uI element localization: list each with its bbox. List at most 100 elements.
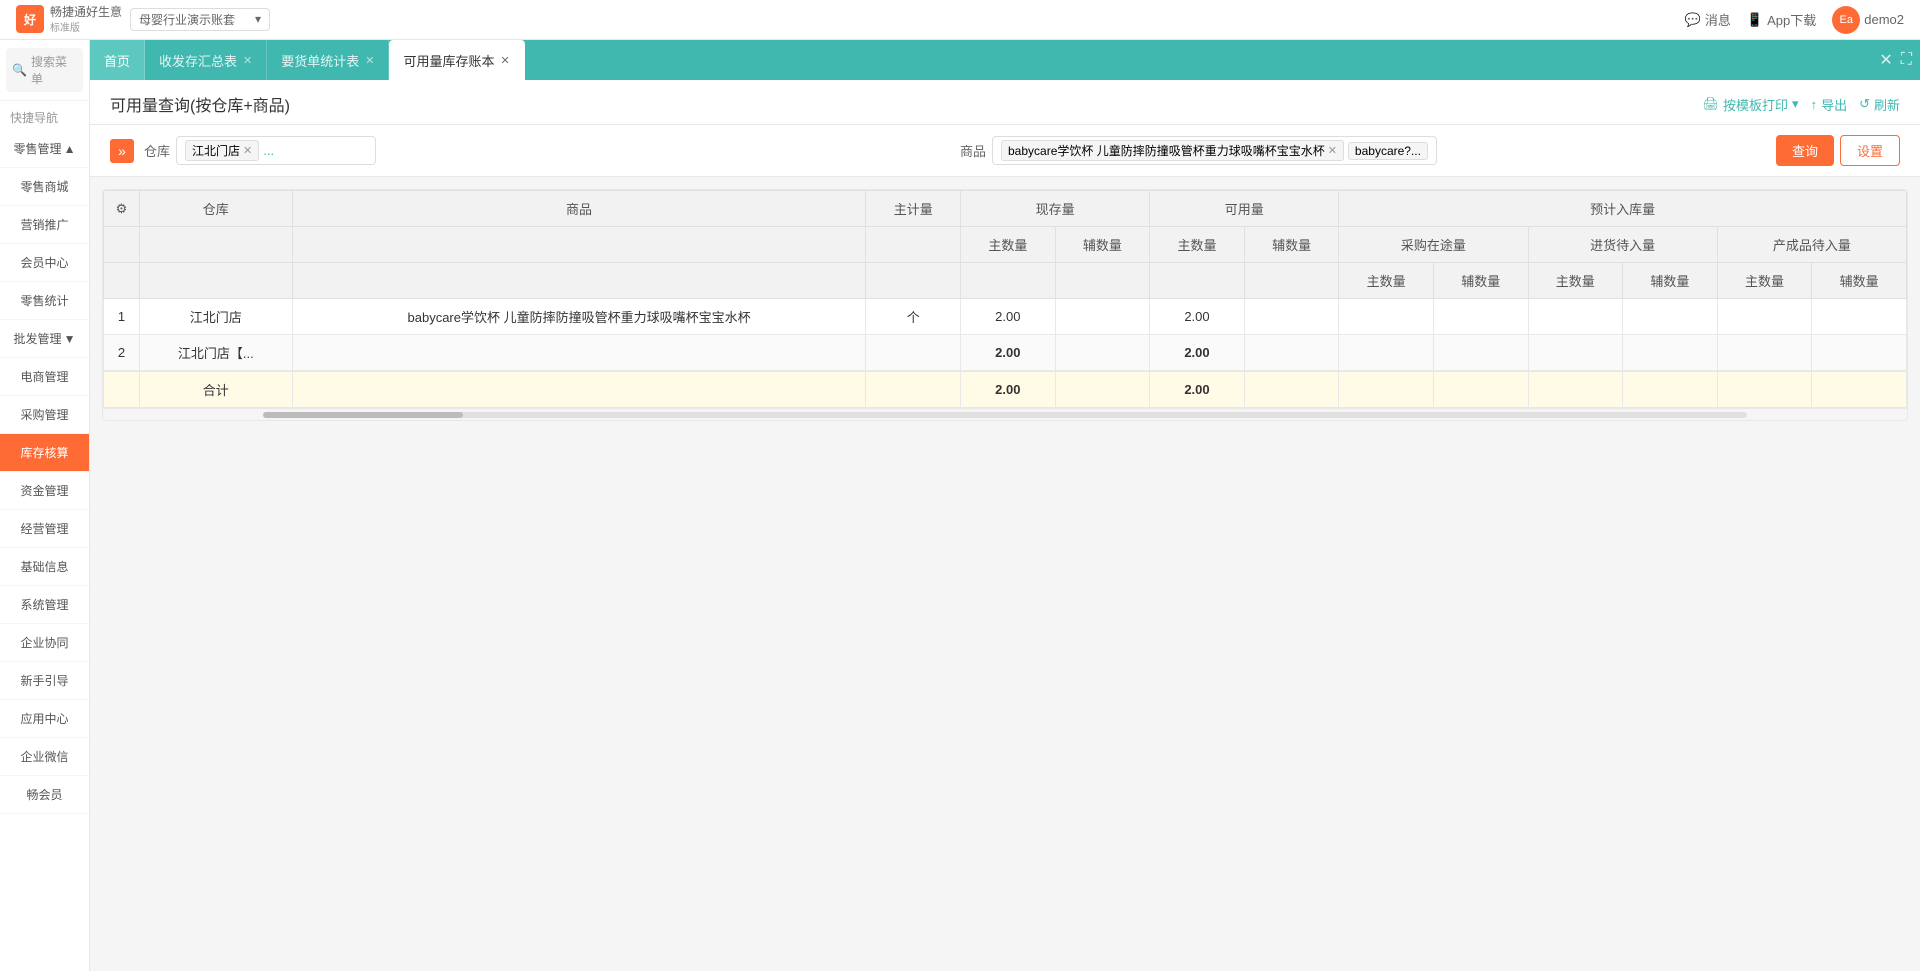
top-bar-left: 好 畅捷通好生意 标准版 母婴行业演示账套 ▾ xyxy=(16,5,270,34)
chevron-down-icon: ▾ xyxy=(255,12,261,26)
sidebar-item-vip[interactable]: 畅会员 xyxy=(0,776,89,814)
refresh-btn[interactable]: ↺ 刷新 xyxy=(1859,95,1900,114)
search-menu-btn[interactable]: 🔍 搜索菜单 xyxy=(6,48,83,92)
chevron-icon: ▲ xyxy=(64,142,76,156)
sidebar-item-operations[interactable]: 经营管理 xyxy=(0,510,89,548)
search-icon: 🔍 xyxy=(12,63,27,77)
export-label: 导出 xyxy=(1821,95,1847,114)
footer-purchase-transit-aux xyxy=(1433,371,1528,408)
col-available-aux-sub xyxy=(1244,263,1339,299)
download-btn[interactable]: 📱 App下载 xyxy=(1747,10,1816,29)
tab-summary[interactable]: 收发存汇总表 ✕ xyxy=(145,40,267,80)
print-chevron-icon: ▾ xyxy=(1792,96,1799,112)
page-header-actions: 🖨 按模板打印 ▾ ↑ 导出 ↺ 刷新 xyxy=(1703,95,1901,114)
print-label: 按模板打印 xyxy=(1723,95,1788,114)
refresh-icon: ↺ xyxy=(1859,96,1870,112)
footer-available-main: 2.00 xyxy=(1150,371,1245,408)
expand-tabs-icon[interactable]: ⛶ xyxy=(1901,51,1912,69)
new-guide-label: 新手引导 xyxy=(20,674,68,688)
sidebar-item-finance[interactable]: 资金管理 xyxy=(0,472,89,510)
message-btn[interactable]: 💬 消息 xyxy=(1685,10,1731,29)
close-all-tabs-icon[interactable]: ✕ xyxy=(1879,50,1892,70)
row2-stock-main: 2.00 xyxy=(961,335,1056,372)
product-filter-input[interactable]: babycare学饮杯 儿童防摔防撞吸管杯重力球吸嘴杯宝宝水杯 ✕ babyca… xyxy=(992,136,1437,165)
col-incoming-aux-header: 辅数量 xyxy=(1623,263,1718,299)
summary-tab-label: 收发存汇总表 xyxy=(159,51,237,70)
vip-label: 畅会员 xyxy=(26,788,62,802)
home-tab-label: 首页 xyxy=(104,51,130,70)
warehouse-filter-dots[interactable]: ... xyxy=(263,143,274,158)
logo-area: 好 畅捷通好生意 标准版 xyxy=(16,5,122,34)
col-warehouse-sub xyxy=(140,227,293,263)
close-summary-tab-icon[interactable]: ✕ xyxy=(243,54,252,67)
row1-warehouse: 江北门店 xyxy=(140,299,293,335)
avatar: Ea xyxy=(1832,6,1860,34)
tab-order-stats[interactable]: 要货单统计表 ✕ xyxy=(267,40,389,80)
row2-purchase-transit-main xyxy=(1339,335,1434,372)
sidebar-item-purchase-mgmt[interactable]: 采购管理 xyxy=(0,396,89,434)
app-center-label: 应用中心 xyxy=(20,712,68,726)
sidebar-item-enterprise-wechat[interactable]: 企业微信 xyxy=(0,738,89,776)
warehouse-tag-close-icon[interactable]: ✕ xyxy=(243,144,252,157)
row1-available-main: 2.00 xyxy=(1150,299,1245,335)
col-production-header: 产成品待入量 xyxy=(1717,227,1906,263)
horizontal-scrollbar[interactable] xyxy=(103,408,1907,420)
footer-empty xyxy=(104,371,140,408)
table-scroll-area[interactable]: ⚙ 仓库 商品 主计量 现存量 可用量 预计入库量 xyxy=(103,190,1907,408)
sidebar-item-app-center[interactable]: 应用中心 xyxy=(0,700,89,738)
sidebar-item-ecommerce[interactable]: 电商管理 xyxy=(0,358,89,396)
row2-production-main xyxy=(1717,335,1812,372)
col-settings-header[interactable]: ⚙ xyxy=(104,191,140,227)
sidebar-item-members[interactable]: 会员中心 xyxy=(0,244,89,282)
template-selector[interactable]: 母婴行业演示账套 ▾ xyxy=(130,8,270,31)
tab-home[interactable]: 首页 xyxy=(90,40,145,80)
col-unit-sub2 xyxy=(866,263,961,299)
footer-production-main xyxy=(1717,371,1812,408)
footer-purchase-transit-main xyxy=(1339,371,1434,408)
row2-warehouse: 江北门店【... xyxy=(140,335,293,372)
enterprise-wechat-label: 企业微信 xyxy=(20,750,68,764)
sidebar-item-retail-mgmt[interactable]: 零售管理 ▲ xyxy=(0,130,89,168)
search-menu-label: 搜索菜单 xyxy=(31,53,77,87)
query-btn[interactable]: 查询 xyxy=(1776,135,1834,166)
sidebar-item-inventory[interactable]: 库存核算 xyxy=(0,434,89,472)
row2-product xyxy=(292,335,866,372)
sidebar-item-retail-stats[interactable]: 零售统计 xyxy=(0,282,89,320)
user-btn[interactable]: Ea demo2 xyxy=(1832,6,1904,34)
footer-stock-aux xyxy=(1055,371,1150,408)
print-template-btn[interactable]: 🖨 按模板打印 ▾ xyxy=(1703,95,1799,114)
filter-bar: » 仓库 江北门店 ✕ ... 商品 xyxy=(90,125,1920,177)
product-tag-1: babycare学饮杯 儿童防摔防撞吸管杯重力球吸嘴杯宝宝水杯 ✕ xyxy=(1001,140,1344,161)
col-purchase-transit-aux-header: 辅数量 xyxy=(1433,263,1528,299)
sidebar-item-marketing[interactable]: 营销推广 xyxy=(0,206,89,244)
sidebar-item-enterprise[interactable]: 企业协同 xyxy=(0,624,89,662)
sidebar-item-wholesale-mgmt[interactable]: 批发管理 ▼ xyxy=(0,320,89,358)
warehouse-filter-input[interactable]: 江北门店 ✕ ... xyxy=(176,136,376,165)
tab-available-inventory[interactable]: 可用量库存账本 ✕ xyxy=(389,40,524,80)
logo-text-block: 畅捷通好生意 标准版 xyxy=(50,5,122,34)
logo-sub: 标准版 xyxy=(50,19,122,34)
retail-stats-label: 零售统计 xyxy=(20,294,68,308)
col-forecast-group-header: 预计入库量 xyxy=(1339,191,1907,227)
main-layout: 🔍 搜索菜单 快捷导航 零售管理 ▲ 零售商城 营销推广 会员中心 零售统计 批… xyxy=(0,40,1920,971)
row2-purchase-transit-aux xyxy=(1433,335,1528,372)
scrollbar-thumb[interactable] xyxy=(263,412,463,418)
product-tag-1-close-icon[interactable]: ✕ xyxy=(1328,144,1337,157)
sidebar-item-retail-mall[interactable]: 零售商城 xyxy=(0,168,89,206)
sidebar-search-area: 🔍 搜索菜单 xyxy=(0,40,89,101)
export-btn[interactable]: ↑ 导出 xyxy=(1811,95,1848,114)
col-available-main-header: 主数量 xyxy=(1150,227,1245,263)
download-label: App下载 xyxy=(1767,10,1816,29)
retail-mgmt-label: 零售管理 xyxy=(14,140,62,157)
row1-purchase-transit-main xyxy=(1339,299,1434,335)
col-purchase-transit-main-header: 主数量 xyxy=(1339,263,1434,299)
setting-btn[interactable]: 设置 xyxy=(1840,135,1900,166)
logo-icon: 好 xyxy=(16,5,44,33)
filter-expand-btn[interactable]: » xyxy=(110,139,134,163)
sidebar-item-system-mgmt[interactable]: 系统管理 xyxy=(0,586,89,624)
col-production-aux-header: 辅数量 xyxy=(1812,263,1907,299)
sidebar-item-basic-info[interactable]: 基础信息 xyxy=(0,548,89,586)
close-available-inventory-tab-icon[interactable]: ✕ xyxy=(501,54,510,67)
close-order-stats-tab-icon[interactable]: ✕ xyxy=(365,54,374,67)
sidebar-item-new-guide[interactable]: 新手引导 xyxy=(0,662,89,700)
